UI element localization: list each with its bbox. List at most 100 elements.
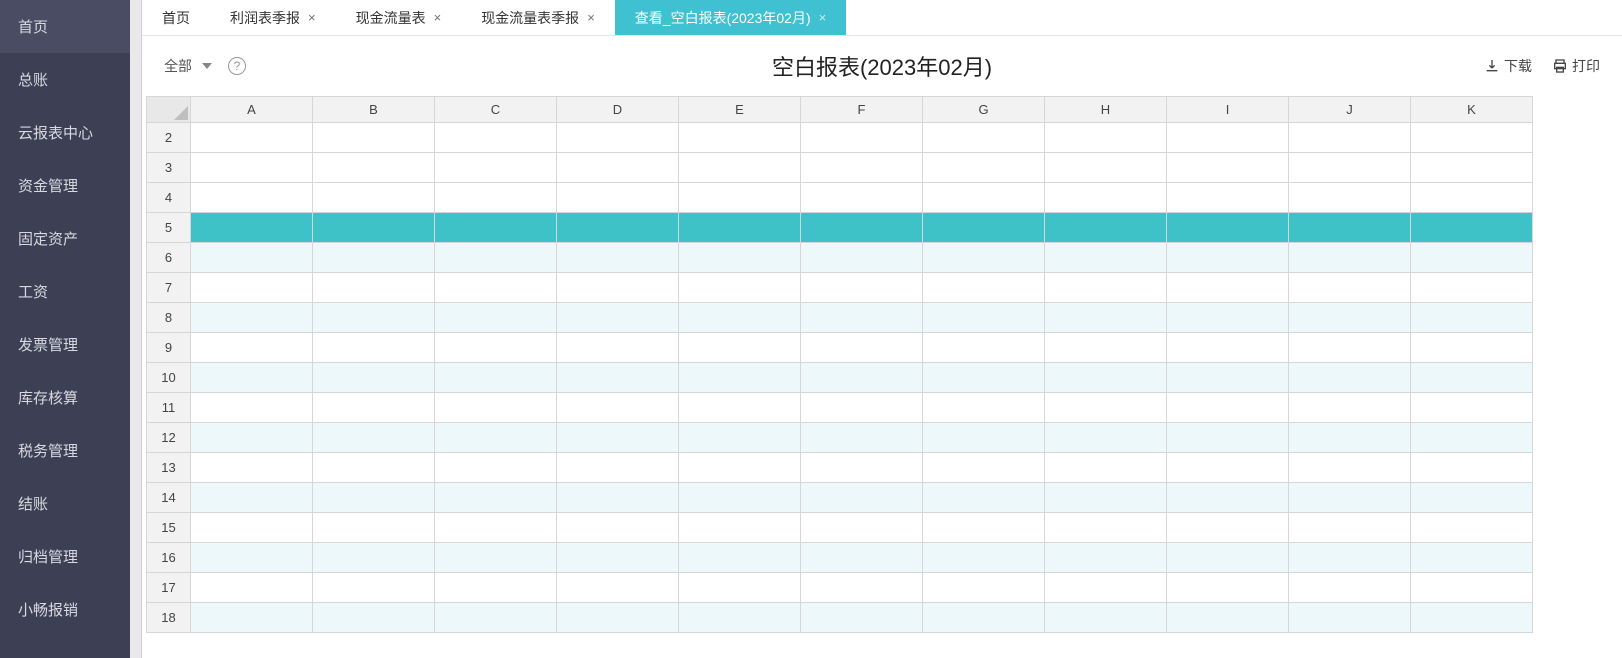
cell-J11[interactable] [1289, 393, 1411, 423]
cell-H8[interactable] [1045, 303, 1167, 333]
cell-B16[interactable] [313, 543, 435, 573]
cell-K16[interactable] [1411, 543, 1533, 573]
close-icon[interactable]: × [587, 10, 595, 25]
column-header-E[interactable]: E [679, 97, 801, 123]
cell-H11[interactable] [1045, 393, 1167, 423]
row-header-2[interactable]: 2 [147, 123, 191, 153]
cell-C14[interactable] [435, 483, 557, 513]
cell-G3[interactable] [923, 153, 1045, 183]
cell-H10[interactable] [1045, 363, 1167, 393]
cell-J15[interactable] [1289, 513, 1411, 543]
tab-4[interactable]: 查看_空白报表(2023年02月)× [615, 0, 846, 35]
cell-G9[interactable] [923, 333, 1045, 363]
cell-B14[interactable] [313, 483, 435, 513]
cell-D7[interactable] [557, 273, 679, 303]
help-icon[interactable]: ? [228, 57, 246, 75]
sidebar-item-9[interactable]: 结账 [0, 477, 130, 530]
cell-D4[interactable] [557, 183, 679, 213]
cell-A3[interactable] [191, 153, 313, 183]
cell-C18[interactable] [435, 603, 557, 633]
cell-J13[interactable] [1289, 453, 1411, 483]
row-header-10[interactable]: 10 [147, 363, 191, 393]
cell-C13[interactable] [435, 453, 557, 483]
sidebar-item-11[interactable]: 小畅报销 [0, 583, 130, 636]
cell-F15[interactable] [801, 513, 923, 543]
cell-C17[interactable] [435, 573, 557, 603]
cell-F6[interactable] [801, 243, 923, 273]
cell-H18[interactable] [1045, 603, 1167, 633]
cell-K9[interactable] [1411, 333, 1533, 363]
cell-J3[interactable] [1289, 153, 1411, 183]
cell-F11[interactable] [801, 393, 923, 423]
filter-dropdown[interactable]: 全部 ? [164, 56, 246, 76]
column-header-J[interactable]: J [1289, 97, 1411, 123]
cell-D18[interactable] [557, 603, 679, 633]
row-header-17[interactable]: 17 [147, 573, 191, 603]
row-header-9[interactable]: 9 [147, 333, 191, 363]
row-header-13[interactable]: 13 [147, 453, 191, 483]
cell-B2[interactable] [313, 123, 435, 153]
cell-C2[interactable] [435, 123, 557, 153]
cell-G11[interactable] [923, 393, 1045, 423]
close-icon[interactable]: × [819, 10, 827, 25]
column-header-I[interactable]: I [1167, 97, 1289, 123]
sidebar-item-2[interactable]: 云报表中心 [0, 106, 130, 159]
cell-B6[interactable] [313, 243, 435, 273]
cell-E4[interactable] [679, 183, 801, 213]
cell-K8[interactable] [1411, 303, 1533, 333]
cell-F4[interactable] [801, 183, 923, 213]
cell-B18[interactable] [313, 603, 435, 633]
cell-A8[interactable] [191, 303, 313, 333]
cell-J14[interactable] [1289, 483, 1411, 513]
cell-I17[interactable] [1167, 573, 1289, 603]
cell-K15[interactable] [1411, 513, 1533, 543]
cell-A7[interactable] [191, 273, 313, 303]
cell-B17[interactable] [313, 573, 435, 603]
cell-E7[interactable] [679, 273, 801, 303]
cell-C7[interactable] [435, 273, 557, 303]
cell-I8[interactable] [1167, 303, 1289, 333]
cell-I18[interactable] [1167, 603, 1289, 633]
cell-A4[interactable] [191, 183, 313, 213]
cell-F10[interactable] [801, 363, 923, 393]
cell-G8[interactable] [923, 303, 1045, 333]
cell-D16[interactable] [557, 543, 679, 573]
cell-J4[interactable] [1289, 183, 1411, 213]
column-header-K[interactable]: K [1411, 97, 1533, 123]
column-header-A[interactable]: A [191, 97, 313, 123]
cell-H13[interactable] [1045, 453, 1167, 483]
sidebar-item-10[interactable]: 归档管理 [0, 530, 130, 583]
cell-I10[interactable] [1167, 363, 1289, 393]
row-header-14[interactable]: 14 [147, 483, 191, 513]
cell-D5[interactable] [557, 213, 679, 243]
cell-B13[interactable] [313, 453, 435, 483]
cell-H4[interactable] [1045, 183, 1167, 213]
cell-K4[interactable] [1411, 183, 1533, 213]
cell-I4[interactable] [1167, 183, 1289, 213]
tab-1[interactable]: 利润表季报× [210, 0, 336, 35]
cell-E3[interactable] [679, 153, 801, 183]
cell-B4[interactable] [313, 183, 435, 213]
cell-B15[interactable] [313, 513, 435, 543]
column-header-D[interactable]: D [557, 97, 679, 123]
cell-E2[interactable] [679, 123, 801, 153]
cell-D2[interactable] [557, 123, 679, 153]
column-header-B[interactable]: B [313, 97, 435, 123]
cell-A2[interactable] [191, 123, 313, 153]
close-icon[interactable]: × [308, 10, 316, 25]
row-header-11[interactable]: 11 [147, 393, 191, 423]
tab-2[interactable]: 现金流量表× [336, 0, 462, 35]
cell-G5[interactable] [923, 213, 1045, 243]
cell-D17[interactable] [557, 573, 679, 603]
cell-E5[interactable] [679, 213, 801, 243]
cell-I6[interactable] [1167, 243, 1289, 273]
row-header-4[interactable]: 4 [147, 183, 191, 213]
cell-F9[interactable] [801, 333, 923, 363]
cell-K11[interactable] [1411, 393, 1533, 423]
cell-I13[interactable] [1167, 453, 1289, 483]
cell-H12[interactable] [1045, 423, 1167, 453]
cell-F17[interactable] [801, 573, 923, 603]
cell-C11[interactable] [435, 393, 557, 423]
cell-H15[interactable] [1045, 513, 1167, 543]
sidebar-item-0[interactable]: 首页 [0, 0, 130, 53]
